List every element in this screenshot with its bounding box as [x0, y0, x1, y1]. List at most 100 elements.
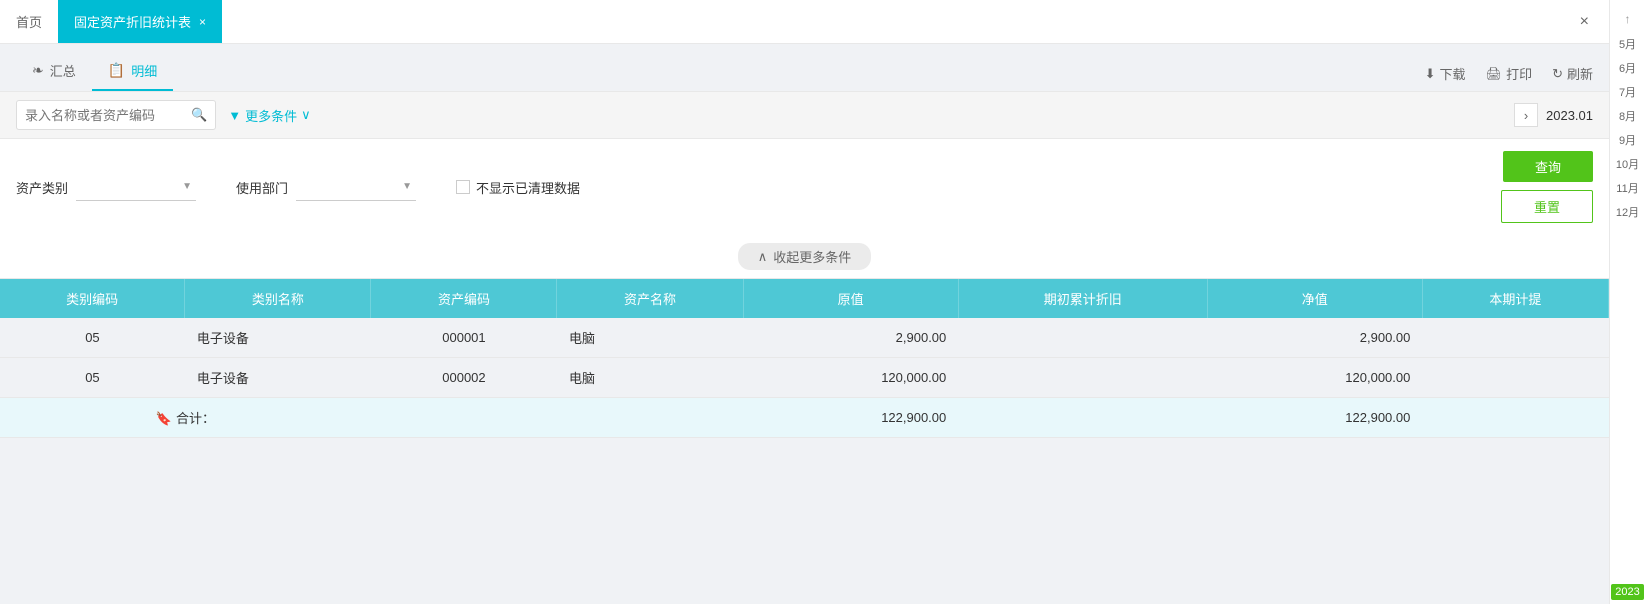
summary-icon: ❧ [32, 62, 44, 79]
total-net-value: 122,900.00 [1207, 398, 1422, 438]
sidebar-month-item[interactable]: 12月 [1616, 200, 1639, 224]
data-table: 类别编码 类别名称 资产编码 资产名称 原值 期初累计折旧 净值 本期计提 05… [0, 279, 1609, 438]
hide-cleared-group: 不显示已清理数据 [456, 178, 580, 197]
total-icon: 🔖 [156, 411, 172, 426]
department-label: 使用部门 [236, 178, 288, 197]
query-button[interactable]: 查询 [1503, 151, 1593, 182]
collapse-button[interactable]: ∧ 收起更多条件 [738, 243, 872, 270]
cell-category-code: 05 [0, 318, 185, 358]
cell-asset-code: 000002 [371, 358, 557, 398]
table-body: 05 电子设备 000001 电脑 2,900.00 2,900.00 05 电… [0, 318, 1609, 438]
sidebar-year-badge: 2023 [1611, 584, 1643, 600]
cell-asset-name: 电脑 [557, 358, 743, 398]
advanced-filter-row: 资产类别 ▼ 使用部门 ▼ 不显示已清理数据 查询 重置 [0, 139, 1609, 235]
cell-cumulative-depreciation [958, 318, 1207, 358]
detail-icon: 📋 [108, 62, 125, 79]
table-row: 05 电子设备 000002 电脑 120,000.00 120,000.00 [0, 358, 1609, 398]
tab-detail[interactable]: 📋 明细 [92, 51, 173, 91]
col-original-value: 原值 [743, 279, 958, 318]
col-category-code: 类别编码 [0, 279, 185, 318]
expand-panel-button[interactable]: › [1514, 103, 1538, 127]
cell-category-code: 05 [0, 358, 185, 398]
refresh-button[interactable]: ↻ 刷新 [1552, 64, 1593, 83]
col-asset-code: 资产编码 [371, 279, 557, 318]
sidebar-month-item[interactable]: 10月 [1616, 152, 1639, 176]
cell-cumulative-depreciation [958, 358, 1207, 398]
table-header-row: 类别编码 类别名称 资产编码 资产名称 原值 期初累计折旧 净值 本期计提 [0, 279, 1609, 318]
refresh-icon: ↻ [1552, 66, 1563, 82]
asset-category-group: 资产类别 ▼ [16, 173, 196, 201]
col-cumulative-depreciation: 期初累计折旧 [958, 279, 1207, 318]
col-current-provision: 本期计提 [1422, 279, 1608, 318]
collapse-label: 收起更多条件 [773, 247, 851, 266]
tab-summary[interactable]: ❧ 汇总 [16, 51, 92, 91]
total-cumulative-depreciation [958, 398, 1207, 438]
col-category-name: 类别名称 [185, 279, 371, 318]
sidebar-month-item[interactable]: 6月 [1616, 56, 1639, 80]
print-button[interactable]: 🖨 打印 [1486, 64, 1533, 83]
sidebar-month-item[interactable]: 8月 [1616, 104, 1639, 128]
cell-asset-code: 000001 [371, 318, 557, 358]
data-table-wrap: 类别编码 类别名称 资产编码 资产名称 原值 期初累计折旧 净值 本期计提 05… [0, 279, 1609, 604]
search-input-wrap: 🔍 [16, 100, 216, 130]
sidebar-up-arrow[interactable]: ↑ [1621, 8, 1635, 30]
filter-action-buttons: 查询 重置 [1501, 151, 1593, 223]
cell-original-value: 120,000.00 [743, 358, 958, 398]
detail-label: 明细 [131, 61, 157, 80]
print-label: 打印 [1506, 64, 1532, 83]
department-group: 使用部门 ▼ [236, 173, 416, 201]
tab-label: 固定资产折旧统计表 [74, 12, 191, 31]
department-arrow-icon: ▼ [402, 181, 412, 192]
hide-cleared-checkbox[interactable] [456, 180, 470, 194]
cell-category-name: 电子设备 [185, 318, 371, 358]
filter-icon: ▼ [228, 108, 241, 123]
sidebar-month-item[interactable]: 9月 [1616, 128, 1639, 152]
tabs-toolbar-row: ❧ 汇总 📋 明细 ⬇ 下载 🖨 打印 ↻ 刷新 [0, 44, 1609, 92]
cell-asset-name: 电脑 [557, 318, 743, 358]
date-display: 2023.01 [1546, 108, 1593, 123]
asset-category-arrow-icon: ▼ [182, 181, 192, 192]
chevron-down-icon: ∨ [301, 107, 311, 123]
sidebar-month-item[interactable]: 5月 [1616, 32, 1639, 56]
close-window-button[interactable]: × [1560, 13, 1609, 31]
collapse-row: ∧ 收起更多条件 [0, 235, 1609, 279]
sidebar-month-item[interactable]: 11月 [1616, 176, 1639, 200]
close-tab-icon[interactable]: × [199, 15, 206, 29]
active-tab[interactable]: 固定资产折旧统计表 × [58, 0, 222, 43]
col-asset-name: 资产名称 [557, 279, 743, 318]
refresh-label: 刷新 [1567, 64, 1593, 83]
tabs-left: ❧ 汇总 📋 明细 [16, 44, 173, 91]
print-icon: 🖨 [1486, 66, 1503, 82]
cell-net-value: 2,900.00 [1207, 318, 1422, 358]
col-net-value: 净值 [1207, 279, 1422, 318]
total-label: 🔖合计： [0, 398, 371, 438]
cell-original-value: 2,900.00 [743, 318, 958, 358]
asset-category-label: 资产类别 [16, 178, 68, 197]
table-row: 05 电子设备 000001 电脑 2,900.00 2,900.00 [0, 318, 1609, 358]
search-icon: 🔍 [191, 107, 207, 123]
reset-button[interactable]: 重置 [1501, 190, 1593, 223]
department-select[interactable]: ▼ [296, 173, 416, 201]
table-total-row: 🔖合计： 122,900.00 122,900.00 [0, 398, 1609, 438]
download-label: 下载 [1440, 64, 1466, 83]
chevron-up-icon: ∧ [758, 249, 768, 265]
toolbar-actions: ⬇ 下载 🖨 打印 ↻ 刷新 [1425, 64, 1593, 91]
more-conditions-button[interactable]: ▼ 更多条件 ∨ [228, 106, 310, 125]
cell-category-name: 电子设备 [185, 358, 371, 398]
sidebar-month-item[interactable]: 7月 [1616, 80, 1639, 104]
more-conditions-label: 更多条件 [245, 106, 297, 125]
sidebar-months: 5月6月7月8月9月10月11月12月 [1616, 32, 1639, 224]
search-input[interactable] [25, 108, 185, 123]
summary-label: 汇总 [50, 61, 76, 80]
filter-bar: 🔍 ▼ 更多条件 ∨ › 2023.01 [0, 92, 1609, 139]
asset-category-select[interactable]: ▼ [76, 173, 196, 201]
download-icon: ⬇ [1425, 66, 1436, 82]
total-original-value: 122,900.00 [743, 398, 958, 438]
download-button[interactable]: ⬇ 下载 [1425, 64, 1466, 83]
home-tab[interactable]: 首页 [0, 0, 58, 43]
cell-current-provision [1422, 358, 1608, 398]
cell-net-value: 120,000.00 [1207, 358, 1422, 398]
hide-cleared-label: 不显示已清理数据 [476, 178, 580, 197]
top-nav: 首页 固定资产折旧统计表 × × [0, 0, 1609, 44]
total-current-provision [1422, 398, 1608, 438]
